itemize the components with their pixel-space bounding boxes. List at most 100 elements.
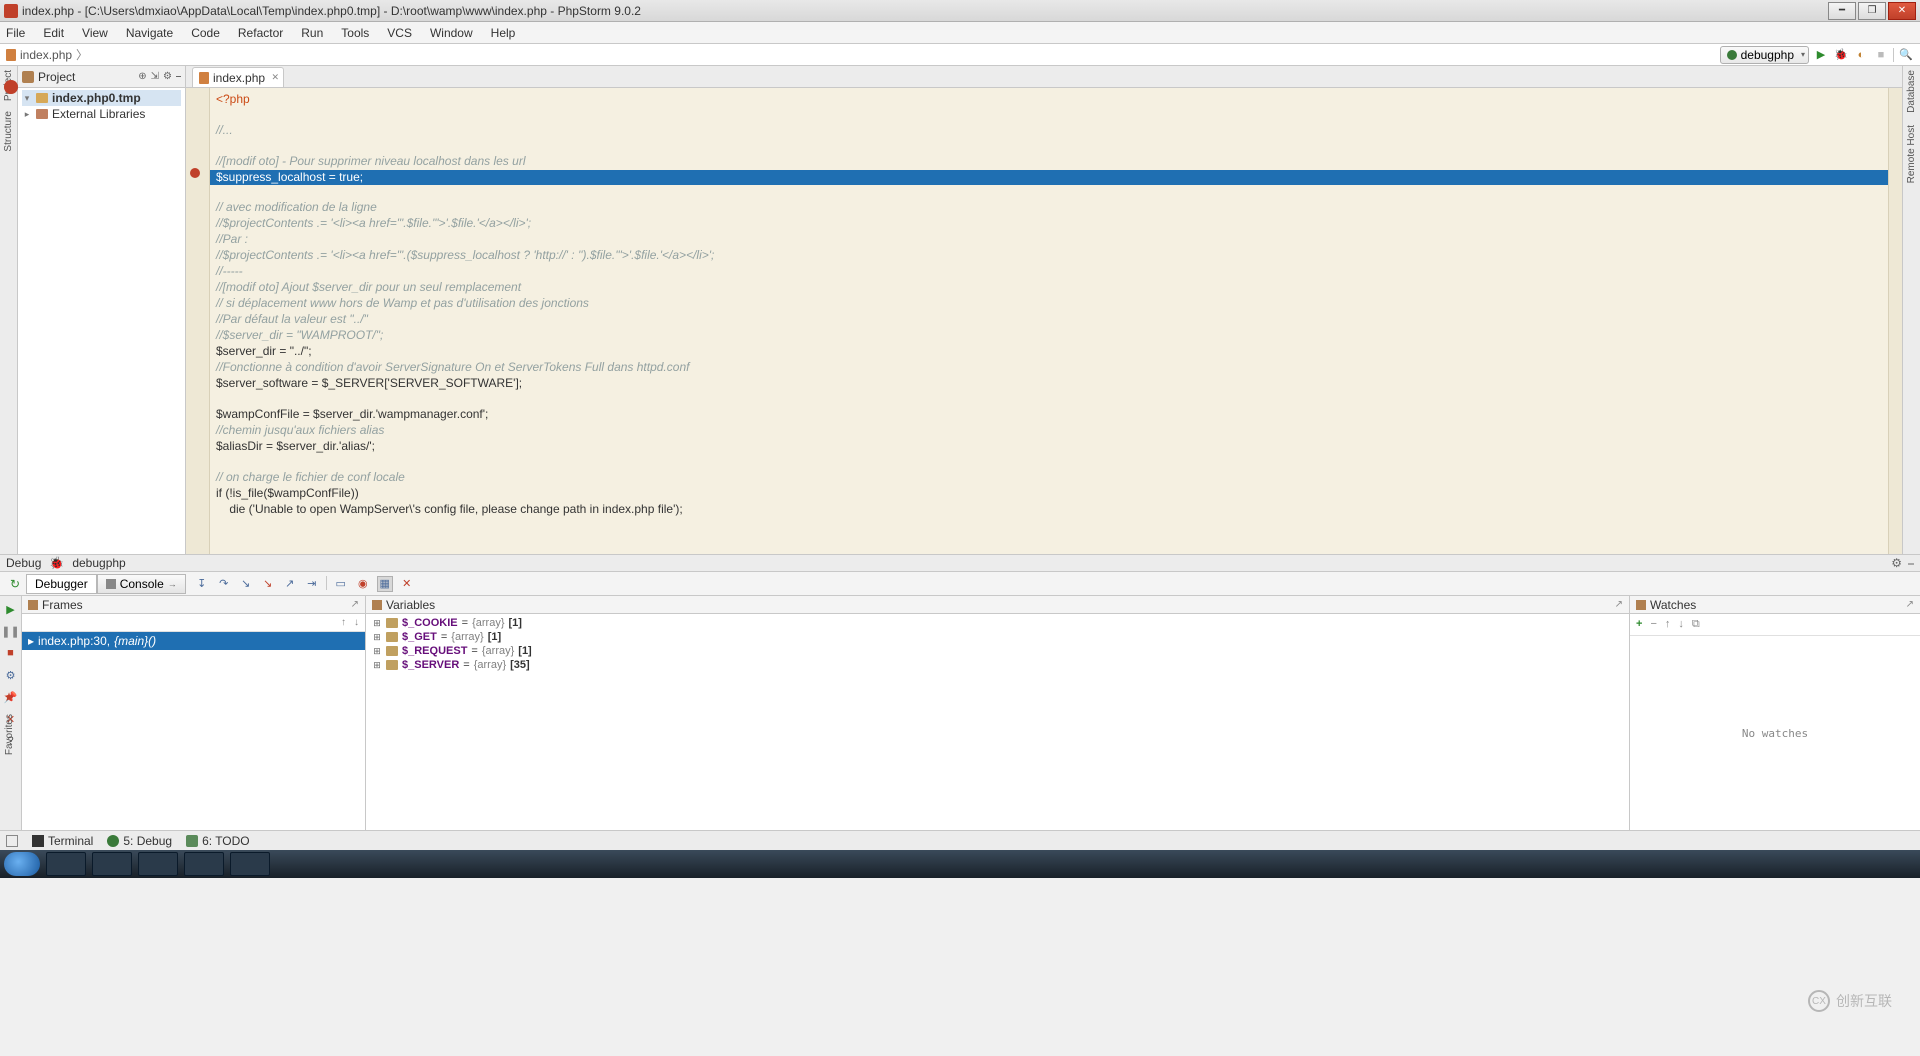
scroll-from-source-icon[interactable]: ⊕ bbox=[138, 71, 146, 82]
twisty-icon[interactable]: ⊞ bbox=[372, 632, 382, 643]
taskbar-app[interactable] bbox=[46, 852, 86, 876]
stop-icon[interactable]: ■ bbox=[1873, 47, 1889, 63]
watermark-text: 创新互联 bbox=[1836, 991, 1892, 1011]
debug-body: ▶ ❚❚ ■ ◉ ◉ ⚙ 📌 ✕ ? Frames ↗ ↑ ↓ ▸ index.… bbox=[0, 596, 1920, 830]
tool-database[interactable]: Database bbox=[1906, 70, 1917, 113]
collapse-all-icon[interactable]: ⇲ bbox=[151, 71, 159, 82]
tool-debug[interactable]: 5: Debug bbox=[107, 834, 172, 848]
menu-window[interactable]: Window bbox=[430, 26, 473, 40]
watches-empty: No watches bbox=[1630, 636, 1920, 830]
taskbar-app[interactable] bbox=[230, 852, 270, 876]
twisty-icon[interactable]: ⊞ bbox=[372, 618, 382, 629]
mute-breakpoints-icon[interactable]: ◉ bbox=[4, 80, 18, 94]
force-step-into-icon[interactable]: ↘ bbox=[260, 576, 276, 592]
taskbar-app[interactable] bbox=[92, 852, 132, 876]
rerun-icon[interactable]: ↻ bbox=[10, 577, 20, 591]
tool-favorites[interactable]: Favorites bbox=[4, 714, 15, 755]
show-execution-point-icon[interactable]: ↧ bbox=[194, 576, 210, 592]
stack-frame[interactable]: ▸ index.php:30, {main}() bbox=[22, 632, 365, 650]
tool-terminal[interactable]: Terminal bbox=[32, 834, 93, 848]
breakpoint-icon[interactable] bbox=[190, 168, 200, 178]
twisty-icon[interactable]: ⊞ bbox=[372, 660, 382, 671]
maximize-button[interactable]: ❐ bbox=[1858, 2, 1886, 20]
menu-view[interactable]: View bbox=[82, 26, 108, 40]
variable-row[interactable]: ⊞$_REQUEST = {array} [1] bbox=[372, 644, 1623, 658]
menu-tools[interactable]: Tools bbox=[341, 26, 369, 40]
tab-console[interactable]: Console → bbox=[97, 574, 186, 594]
menu-code[interactable]: Code bbox=[191, 26, 220, 40]
run-configuration-selector[interactable]: debugphp bbox=[1720, 46, 1809, 64]
close-button[interactable]: ✕ bbox=[1888, 2, 1916, 20]
error-stripe[interactable] bbox=[1888, 88, 1902, 554]
step-out-icon[interactable]: ↗ bbox=[282, 576, 298, 592]
variable-row[interactable]: ⊞$_SERVER = {array} [35] bbox=[372, 658, 1623, 672]
gear-icon[interactable]: ⚙ bbox=[1891, 556, 1902, 571]
copy-icon[interactable]: ⧉ bbox=[1692, 618, 1700, 631]
editor-tab-index[interactable]: index.php ✕ bbox=[192, 67, 284, 87]
layout-icon[interactable]: ▦ bbox=[377, 576, 393, 592]
step-over-icon[interactable]: ↷ bbox=[216, 576, 232, 592]
breadcrumb[interactable]: index.php 〉 bbox=[6, 46, 88, 63]
tree-root[interactable]: ▾ index.php0.tmp bbox=[22, 90, 181, 106]
menu-help[interactable]: Help bbox=[491, 26, 516, 40]
pause-icon[interactable]: ❚❚ bbox=[4, 624, 18, 638]
next-frame-icon[interactable]: ↓ bbox=[354, 617, 359, 628]
menu-refactor[interactable]: Refactor bbox=[238, 26, 283, 40]
pane-menu-icon[interactable]: ↗ bbox=[351, 599, 359, 610]
bottom-toggle-icon[interactable] bbox=[6, 835, 18, 847]
evaluate-icon[interactable]: ▭ bbox=[333, 576, 349, 592]
stop-icon[interactable]: ■ bbox=[4, 646, 18, 660]
frames-title: Frames bbox=[42, 598, 83, 612]
variable-count: [1] bbox=[518, 645, 531, 657]
menu-run[interactable]: Run bbox=[301, 26, 323, 40]
gear-icon[interactable]: ⚙ bbox=[163, 71, 172, 82]
minimize-icon[interactable]: ⎯ bbox=[1908, 556, 1914, 571]
debug-toolbar: ↻ Debugger Console → ↧ ↷ ↘ ↘ ↗ ⇥ ▭ ◉ ▦ ✕ bbox=[0, 572, 1920, 596]
variables-list[interactable]: ⊞$_COOKIE = {array} [1]⊞$_GET = {array} … bbox=[366, 614, 1629, 674]
debug-icon[interactable]: 🐞 bbox=[1833, 47, 1849, 63]
settings-icon[interactable]: ⚙ bbox=[4, 668, 18, 682]
search-everywhere-icon[interactable]: 🔍 bbox=[1898, 47, 1914, 63]
twisty-icon[interactable]: ▸ bbox=[22, 109, 32, 120]
step-into-icon[interactable]: ↘ bbox=[238, 576, 254, 592]
tool-remote-host[interactable]: Remote Host bbox=[1906, 125, 1917, 183]
close-tab-icon[interactable]: ✕ bbox=[272, 72, 280, 83]
taskbar-app[interactable] bbox=[138, 852, 178, 876]
favorites-star-icon[interactable]: ★ bbox=[4, 690, 15, 704]
menu-edit[interactable]: Edit bbox=[43, 26, 64, 40]
tool-structure[interactable]: Structure bbox=[3, 111, 14, 152]
variable-row[interactable]: ⊞$_COOKIE = {array} [1] bbox=[372, 616, 1623, 630]
taskbar-app[interactable] bbox=[184, 852, 224, 876]
coverage-icon[interactable]: ◐ bbox=[1853, 47, 1869, 63]
variable-type: {array} bbox=[451, 631, 483, 643]
run-icon[interactable]: ▶ bbox=[1813, 47, 1829, 63]
tool-todo[interactable]: 6: TODO bbox=[186, 834, 250, 848]
hide-icon[interactable]: ⎯ bbox=[176, 71, 181, 82]
minimize-button[interactable]: ━ bbox=[1828, 2, 1856, 20]
move-down-icon[interactable]: ↓ bbox=[1678, 618, 1684, 631]
gutter[interactable] bbox=[186, 88, 210, 554]
run-to-cursor-icon[interactable]: ⇥ bbox=[304, 576, 320, 592]
php-file-icon bbox=[199, 72, 209, 84]
php-file-icon bbox=[6, 49, 16, 61]
code-editor[interactable]: <?php //... //[modif oto] - Pour supprim… bbox=[186, 88, 1902, 554]
resume-icon[interactable]: ▶ bbox=[4, 602, 18, 616]
menu-file[interactable]: File bbox=[6, 26, 25, 40]
menu-vcs[interactable]: VCS bbox=[387, 26, 412, 40]
add-watch-icon[interactable]: + bbox=[1636, 618, 1642, 631]
pane-menu-icon[interactable]: ↗ bbox=[1906, 599, 1914, 610]
tree-external-libs[interactable]: ▸ External Libraries bbox=[22, 106, 181, 122]
remove-watch-icon[interactable]: − bbox=[1650, 618, 1656, 631]
mute-bp-icon[interactable]: ◉ bbox=[355, 576, 371, 592]
move-up-icon[interactable]: ↑ bbox=[1665, 618, 1671, 631]
twisty-icon[interactable]: ⊞ bbox=[372, 646, 382, 657]
tab-debugger[interactable]: Debugger bbox=[26, 574, 97, 594]
twisty-icon[interactable]: ▾ bbox=[22, 93, 32, 104]
prev-frame-icon[interactable]: ↑ bbox=[341, 617, 346, 628]
close-session-icon[interactable]: ✕ bbox=[399, 576, 415, 592]
menu-navigate[interactable]: Navigate bbox=[126, 26, 173, 40]
pane-menu-icon[interactable]: ↗ bbox=[1615, 599, 1623, 610]
project-tree[interactable]: ▾ index.php0.tmp ▸ External Libraries bbox=[18, 88, 185, 124]
variable-row[interactable]: ⊞$_GET = {array} [1] bbox=[372, 630, 1623, 644]
start-button[interactable] bbox=[4, 852, 40, 876]
